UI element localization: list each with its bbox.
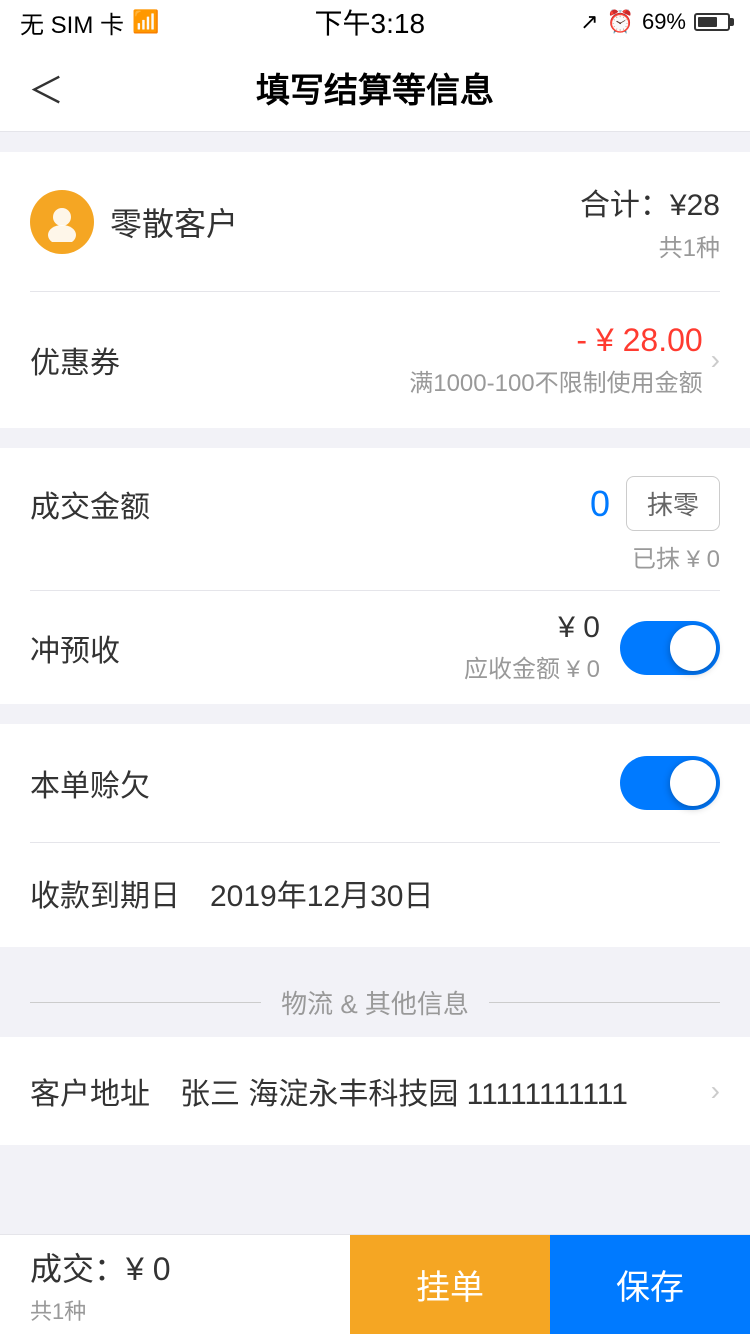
prepay-values: ¥ 0 应收金额 ¥ 0 <box>464 611 600 684</box>
prepay-receivable: 应收金额 ¥ 0 <box>464 649 600 684</box>
coupon-amount: - ¥ 28.00 <box>409 322 702 359</box>
deal-label: 成交金额 <box>30 482 150 526</box>
section-gap-3 <box>0 704 750 724</box>
duedate-value: 2019年12月30日 <box>210 871 433 915</box>
customer-right: 合计：¥28 共1种 <box>580 180 720 263</box>
customer-name: 零散客户 <box>110 199 238 245</box>
bottom-deal-amount: ¥ 0 <box>126 1251 170 1287</box>
credit-row: 本单赊欠 <box>30 724 720 842</box>
avatar <box>30 190 94 254</box>
alarm-icon: ⏰ <box>607 9 634 35</box>
customer-left: 零散客户 <box>30 190 238 254</box>
credit-label: 本单赊欠 <box>30 761 150 805</box>
bottom-deal-label: 成交： <box>30 1251 126 1287</box>
status-bar: 无 SIM 卡 📶 下午3:18 ↗ ⏰ 69% <box>0 0 750 44</box>
pending-button[interactable]: 挂单 <box>350 1235 550 1334</box>
address-section: 客户地址 张三 海淀永丰科技园 11111111111 › <box>0 1037 750 1145</box>
bottom-count: 共1种 <box>30 1294 320 1326</box>
address-row[interactable]: 客户地址 张三 海淀永丰科技园 11111111111 › <box>30 1037 720 1145</box>
bottom-info: 成交：¥ 0 共1种 <box>0 1244 350 1326</box>
back-button[interactable]: ＜ <box>28 62 64 114</box>
credit-toggle-knob <box>670 760 716 806</box>
duedate-label: 收款到期日 <box>30 871 180 915</box>
bottom-deal-text: 成交：¥ 0 <box>30 1244 320 1290</box>
duedate-row: 收款到期日 2019年12月30日 <box>30 842 720 947</box>
status-right: ↗ ⏰ 69% <box>580 9 730 35</box>
logistics-label: 物流 & 其他信息 <box>261 984 489 1021</box>
save-button[interactable]: 保存 <box>550 1235 750 1334</box>
avatar-icon <box>42 202 82 242</box>
prepay-right: ¥ 0 应收金额 ¥ 0 <box>464 611 720 684</box>
customer-section: 零散客户 合计：¥28 共1种 优惠券 - ¥ 28.00 满1000-100不… <box>0 152 750 428</box>
battery-icon <box>694 13 730 31</box>
address-chevron-icon: › <box>711 1075 720 1107</box>
credit-toggle[interactable] <box>620 756 720 810</box>
coupon-label: 优惠券 <box>30 338 120 382</box>
section-gap-1 <box>0 132 750 152</box>
nav-bar: ＜ 填写结算等信息 <box>0 44 750 132</box>
credit-section: 本单赊欠 收款到期日 2019年12月30日 <box>0 724 750 947</box>
coupon-description: 满1000-100不限制使用金额 <box>409 363 702 398</box>
status-time: 下午3:18 <box>315 2 426 42</box>
wifi-icon: 📶 <box>132 9 159 35</box>
coupon-content: - ¥ 28.00 满1000-100不限制使用金额 <box>409 322 702 398</box>
customer-count: 共1种 <box>580 228 720 263</box>
bottom-bar: 成交：¥ 0 共1种 挂单 保存 <box>0 1234 750 1334</box>
carrier-text: 无 SIM 卡 <box>20 5 124 40</box>
coupon-right: - ¥ 28.00 满1000-100不限制使用金额 › <box>409 322 720 398</box>
address-value: 张三 海淀永丰科技园 11111111111 <box>180 1069 711 1113</box>
prepay-row: 冲预收 ¥ 0 应收金额 ¥ 0 <box>30 590 720 704</box>
customer-row: 零散客户 合计：¥28 共1种 <box>30 152 720 291</box>
round-off-button[interactable]: 抹零 <box>626 476 720 531</box>
logistics-section: 物流 & 其他信息 <box>0 967 750 1037</box>
status-left: 无 SIM 卡 📶 <box>20 5 159 40</box>
customer-total: 合计：¥28 <box>580 180 720 224</box>
deal-sub: 已抹 ¥ 0 <box>30 539 720 590</box>
deal-section: 成交金额 0 抹零 已抹 ¥ 0 冲预收 ¥ 0 应收金额 ¥ 0 <box>0 448 750 704</box>
coupon-row[interactable]: 优惠券 - ¥ 28.00 满1000-100不限制使用金额 › <box>30 292 720 428</box>
prepay-label: 冲预收 <box>30 626 120 670</box>
toggle-knob <box>670 625 716 671</box>
deal-right: 0 抹零 <box>590 476 720 531</box>
deal-amount: 0 <box>590 483 610 525</box>
deal-row: 成交金额 0 抹零 <box>30 448 720 539</box>
battery-percent: 69% <box>642 9 686 35</box>
prepay-toggle[interactable] <box>620 621 720 675</box>
section-gap-4 <box>0 947 750 967</box>
page-title: 填写结算等信息 <box>256 63 494 112</box>
battery-fill <box>698 17 717 27</box>
deal-sub-text: 已抹 ¥ 0 <box>632 539 720 574</box>
prepay-amount: ¥ 0 <box>464 611 600 645</box>
address-label: 客户地址 <box>30 1069 150 1113</box>
chevron-right-icon: › <box>711 344 720 376</box>
location-icon: ↗ <box>580 9 598 35</box>
section-gap-2 <box>0 428 750 448</box>
